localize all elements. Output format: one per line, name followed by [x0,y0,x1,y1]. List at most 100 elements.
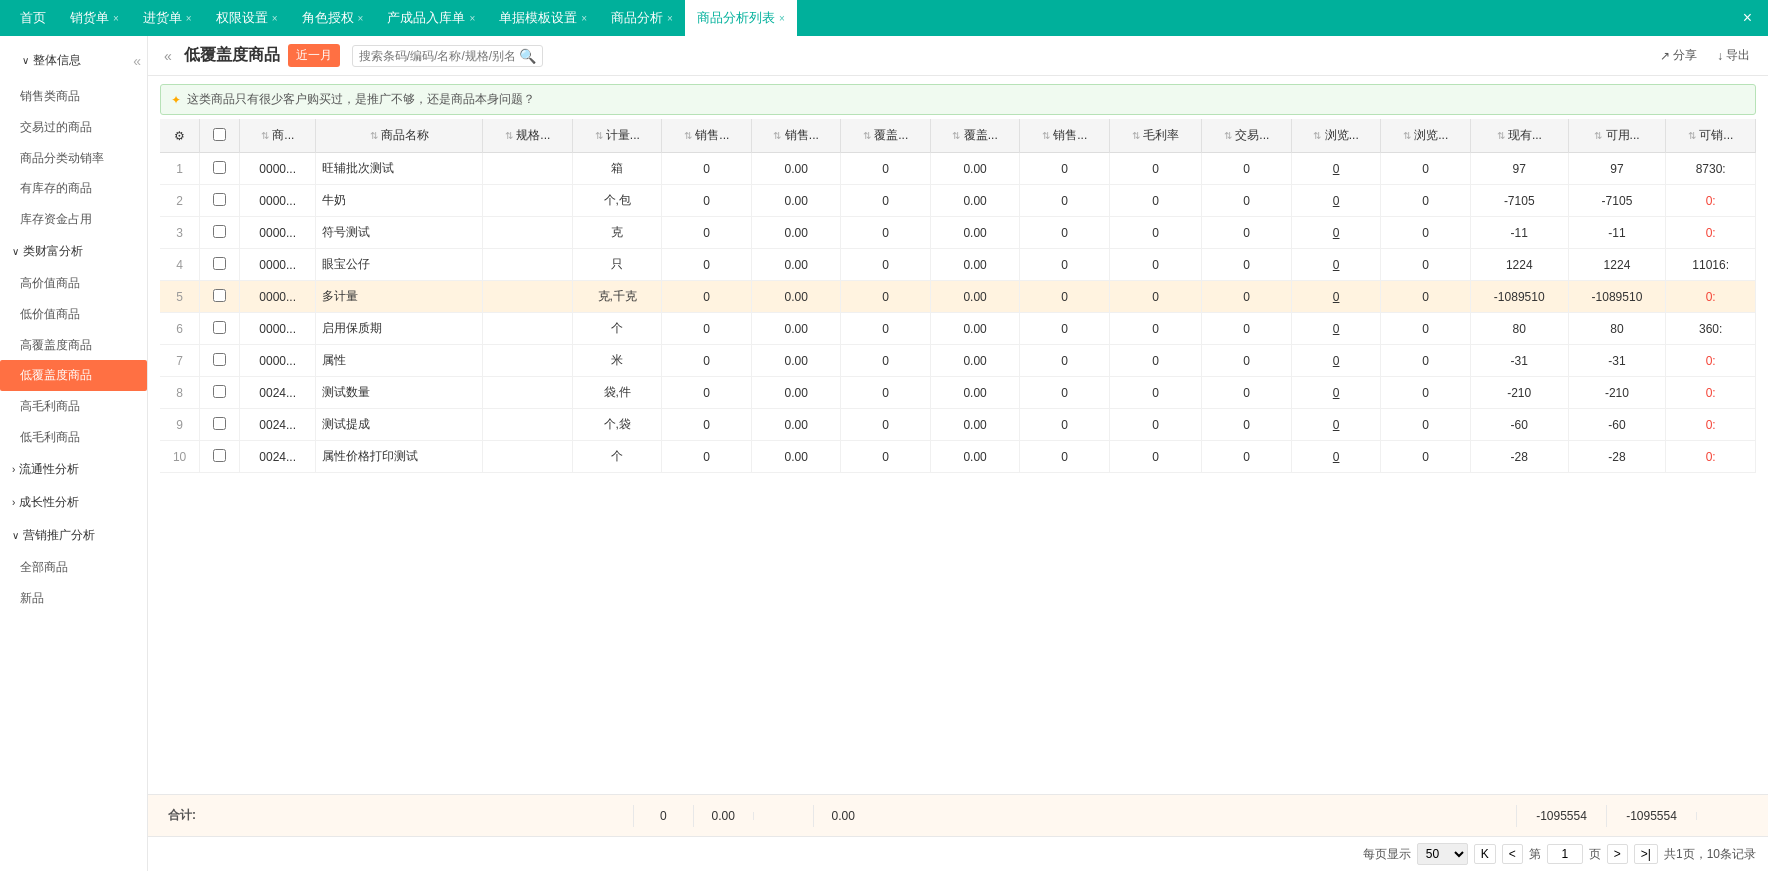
sidebar-item-category-turnover[interactable]: 商品分类动销率 [0,143,147,174]
sidebar-section-growth[interactable]: › 成长性分析 [0,486,147,519]
cell-browse1[interactable]: 0 [1291,153,1380,185]
cell-checkbox[interactable] [200,281,240,313]
col-current-stock[interactable]: ⇅ 现有... [1470,119,1568,153]
sidebar-item-low-margin[interactable]: 低毛利商品 [0,422,147,453]
row-checkbox[interactable] [213,353,226,366]
row-checkbox[interactable] [213,289,226,302]
col-name[interactable]: ⇅ 商品名称 [316,119,483,153]
collapse-button[interactable]: « [160,46,176,66]
window-close-button[interactable]: × [1735,9,1760,27]
col-coverage2[interactable]: ⇅ 覆盖... [930,119,1019,153]
sidebar-item-inventory-capital[interactable]: 库存资金占用 [0,204,147,235]
col-unit[interactable]: ⇅ 计量... [572,119,661,153]
sidebar-item-high-margin[interactable]: 高毛利商品 [0,391,147,422]
cell-browse1[interactable]: 0 [1291,377,1380,409]
cell-checkbox[interactable] [200,249,240,281]
cell-browse1[interactable]: 0 [1291,217,1380,249]
first-page-button[interactable]: K [1474,844,1496,864]
page-size-select[interactable]: 50 20 100 [1417,843,1468,865]
col-settings[interactable]: ⚙ [160,119,200,153]
row-checkbox[interactable] [213,257,226,270]
sidebar-item-new-goods[interactable]: 新品 [0,583,147,614]
close-icon[interactable]: × [667,13,673,24]
close-icon[interactable]: × [469,13,475,24]
cell-checkbox[interactable] [200,185,240,217]
close-icon[interactable]: × [186,13,192,24]
prev-page-button[interactable]: < [1502,844,1523,864]
row-checkbox[interactable] [213,225,226,238]
col-sellable[interactable]: ⇅ 可销... [1666,119,1756,153]
row-checkbox[interactable] [213,449,226,462]
col-available[interactable]: ⇅ 可用... [1568,119,1666,153]
cell-checkbox[interactable] [200,153,240,185]
sidebar-item-all-goods[interactable]: 全部商品 [0,552,147,583]
row-checkbox[interactable] [213,417,226,430]
nav-tab-purchase[interactable]: 进货单 × [131,0,204,36]
close-icon[interactable]: × [272,13,278,24]
col-checkbox[interactable] [200,119,240,153]
col-sales-qty[interactable]: ⇅ 销售... [662,119,751,153]
nav-tab-permissions[interactable]: 权限设置 × [204,0,290,36]
cell-browse1[interactable]: 0 [1291,409,1380,441]
close-icon[interactable]: × [779,13,785,24]
next-page-button[interactable]: > [1607,844,1628,864]
col-transaction[interactable]: ⇅ 交易... [1202,119,1291,153]
nav-tab-product-analysis[interactable]: 商品分析 × [599,0,685,36]
col-browse2[interactable]: ⇅ 浏览... [1381,119,1470,153]
row-checkbox[interactable] [213,161,226,174]
nav-tab-sales[interactable]: 销货单 × [58,0,131,36]
cell-checkbox[interactable] [200,441,240,473]
close-icon[interactable]: × [581,13,587,24]
col-sales3[interactable]: ⇅ 销售... [1020,119,1109,153]
share-button[interactable]: ↗ 分享 [1654,44,1703,67]
cell-browse1[interactable]: 0 [1291,441,1380,473]
current-page-input[interactable] [1547,844,1583,864]
search-icon: 🔍 [519,48,536,64]
sidebar-section-overall[interactable]: ∨ 整体信息 [10,44,93,77]
cell-browse1[interactable]: 0 [1291,249,1380,281]
sidebar-item-high-coverage[interactable]: 高覆盖度商品 [0,330,147,361]
col-sales-amt[interactable]: ⇅ 销售... [751,119,840,153]
col-code[interactable]: ⇅ 商... [240,119,316,153]
col-coverage1[interactable]: ⇅ 覆盖... [841,119,930,153]
sidebar-section-marketing[interactable]: ∨ 营销推广分析 [0,519,147,552]
sidebar-item-sales-goods[interactable]: 销售类商品 [0,81,147,112]
row-checkbox[interactable] [213,385,226,398]
nav-tab-roles[interactable]: 角色授权 × [290,0,376,36]
close-icon[interactable]: × [113,13,119,24]
cell-checkbox[interactable] [200,409,240,441]
nav-tab-product-analysis-list[interactable]: 商品分析列表 × [685,0,797,36]
nav-tab-home[interactable]: 首页 [8,0,58,36]
sidebar-item-traded-goods[interactable]: 交易过的商品 [0,112,147,143]
col-spec[interactable]: ⇅ 规格... [483,119,572,153]
cell-checkbox[interactable] [200,345,240,377]
cell-browse1[interactable]: 0 [1291,281,1380,313]
collapse-sidebar-button[interactable]: « [133,53,141,69]
close-icon[interactable]: × [358,13,364,24]
col-gross-margin[interactable]: ⇅ 毛利率 [1109,119,1202,153]
sidebar-item-low-value[interactable]: 低价值商品 [0,299,147,330]
cell-checkbox[interactable] [200,313,240,345]
cell-checkbox[interactable] [200,377,240,409]
last-page-button[interactable]: >| [1634,844,1658,864]
sidebar-item-in-stock-goods[interactable]: 有库存的商品 [0,173,147,204]
sidebar-item-high-value[interactable]: 高价值商品 [0,268,147,299]
row-checkbox[interactable] [213,193,226,206]
search-input[interactable] [359,49,519,63]
sidebar-section-liquidity[interactable]: › 流通性分析 [0,453,147,486]
cell-checkbox[interactable] [200,217,240,249]
row-checkbox[interactable] [213,321,226,334]
nav-tab-template[interactable]: 单据模板设置 × [487,0,599,36]
cell-browse1[interactable]: 0 [1291,313,1380,345]
info-banner: ✦ 这类商品只有很少客户购买过，是推广不够，还是商品本身问题？ [160,84,1756,115]
col-browse1[interactable]: ⇅ 浏览... [1291,119,1380,153]
select-all-checkbox[interactable] [213,128,226,141]
sidebar-item-low-coverage[interactable]: 低覆盖度商品 [0,360,147,391]
cell-browse1[interactable]: 0 [1291,345,1380,377]
export-button[interactable]: ↓ 导出 [1711,44,1756,67]
nav-tab-finished-goods[interactable]: 产成品入库单 × [375,0,487,36]
sidebar-section-wealth-analysis[interactable]: ∨ 类财富分析 [0,235,147,268]
time-filter-button[interactable]: 近一月 [288,44,340,67]
table-wrapper[interactable]: ⚙ ⇅ 商... ⇅ 商品名称 ⇅ 规格... ⇅ 计量... ⇅ 销售... … [160,119,1756,794]
cell-browse1[interactable]: 0 [1291,185,1380,217]
